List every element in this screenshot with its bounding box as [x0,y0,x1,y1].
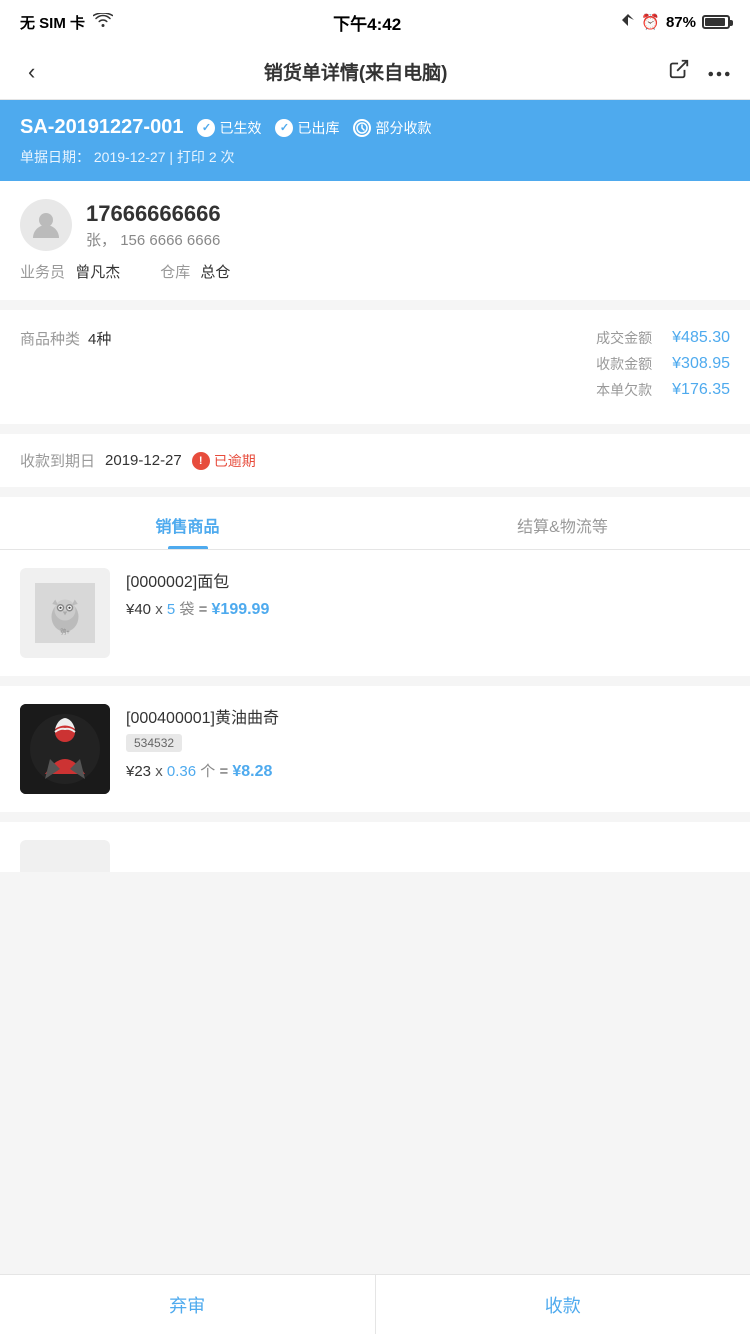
customer-avatar [20,199,72,251]
product-sku-2: 534532 [126,734,182,752]
stats-section: 商品种类 4种 成交金额 ¥485.30 收款金额 ¥308.95 本单欠款 ¥… [0,310,750,424]
warehouse-item: 仓库 总仓 [160,261,230,282]
product-types: 商品种类 4种 [20,328,111,349]
product-item-3-partial [0,822,750,872]
overdue-badge: ! 已逾期 [192,451,256,471]
product-item-2: [000400001]黄油曲奇 534532 ¥23 x 0.36 个 = ¥8… [0,686,750,812]
product-info-2: [000400001]黄油曲奇 534532 ¥23 x 0.36 个 = ¥8… [126,704,730,781]
location-icon [621,13,635,31]
carrier-text: 无 SIM 卡 [20,12,85,33]
collect-button[interactable]: 收款 [376,1275,750,1334]
footer: 弃审 收款 [0,1274,750,1334]
order-id: SA-20191227-001 [20,116,183,139]
tab-settlement[interactable]: 结算&物流等 [375,497,750,549]
tabs-row: 销售商品 结算&物流等 [0,497,750,550]
product-thumbnail-1: 鸮+ [20,568,110,658]
order-date-row: 单据日期： 2019-12-27 | 打印 2 次 [20,147,730,167]
status-right: ⏰ 87% [621,13,730,31]
customer-phone: 17666666666 [86,201,221,227]
status-time: 下午4:42 [333,10,401,35]
product-item: 鸮+ [0000002]面包 ¥40 x 5 袋 = ¥199.99 [0,550,750,676]
battery-icon [702,15,730,29]
tabs-section: 销售商品 结算&物流等 [0,497,750,550]
check-icon-2: ✓ [275,119,293,137]
products-section: 鸮+ [0000002]面包 ¥40 x 5 袋 = ¥199.99 [0,550,750,942]
back-button[interactable]: ‹ [20,51,43,93]
overdue-icon: ! [192,452,210,470]
product-name-2: [000400001]黄油曲奇 [126,704,730,728]
cancel-review-button[interactable]: 弃审 [0,1275,376,1334]
customer-meta: 业务员 曾凡杰 仓库 总仓 [20,261,730,282]
status-bar: 无 SIM 卡 下午4:42 ⏰ 87% [0,0,750,44]
customer-name-phone: 张， 156 6666 6666 [86,229,221,250]
share-icon[interactable] [668,58,690,86]
due-date-value: 2019-12-27 [105,452,182,469]
header-actions [668,58,730,86]
wifi-icon [93,13,113,31]
due-label: 收款到期日 [20,450,95,471]
badge-shipped: ✓ 已出库 [275,118,339,138]
received-row: 收款金额 ¥308.95 [596,354,730,374]
product-info-1: [0000002]面包 ¥40 x 5 袋 = ¥199.99 [126,568,730,619]
status-left: 无 SIM 卡 [20,12,113,33]
clock-icon [353,119,371,137]
alarm-icon: ⏰ [641,13,660,31]
battery-text: 87% [666,14,696,31]
customer-section: 17666666666 张， 156 6666 6666 业务员 曾凡杰 仓库 … [0,181,750,300]
product-name-1: [0000002]面包 [126,568,730,592]
due-section: 收款到期日 2019-12-27 ! 已逾期 [0,434,750,487]
page-title: 销货单详情(来自电脑) [264,58,448,85]
product-price-1: ¥40 x 5 袋 = ¥199.99 [126,598,730,619]
amount-row: 成交金额 ¥485.30 [596,328,730,348]
salesman-item: 业务员 曾凡杰 [20,261,120,282]
product-price-2: ¥23 x 0.36 个 = ¥8.28 [126,760,730,781]
debt-row: 本单欠款 ¥176.35 [596,380,730,400]
check-icon: ✓ [197,119,215,137]
badge-effective: ✓ 已生效 [197,118,261,138]
badge-partial: 部分收款 [353,118,431,138]
header: ‹ 销货单详情(来自电脑) [0,44,750,100]
more-icon[interactable] [708,60,730,83]
order-banner: SA-20191227-001 ✓ 已生效 ✓ 已出库 部分收款 单据日期： 2… [0,100,750,181]
stats-left: 商品种类 4种 [20,328,111,349]
stats-right: 成交金额 ¥485.30 收款金额 ¥308.95 本单欠款 ¥176.35 [596,328,730,406]
tab-products[interactable]: 销售商品 [0,497,375,549]
product-thumbnail-2 [20,704,110,794]
